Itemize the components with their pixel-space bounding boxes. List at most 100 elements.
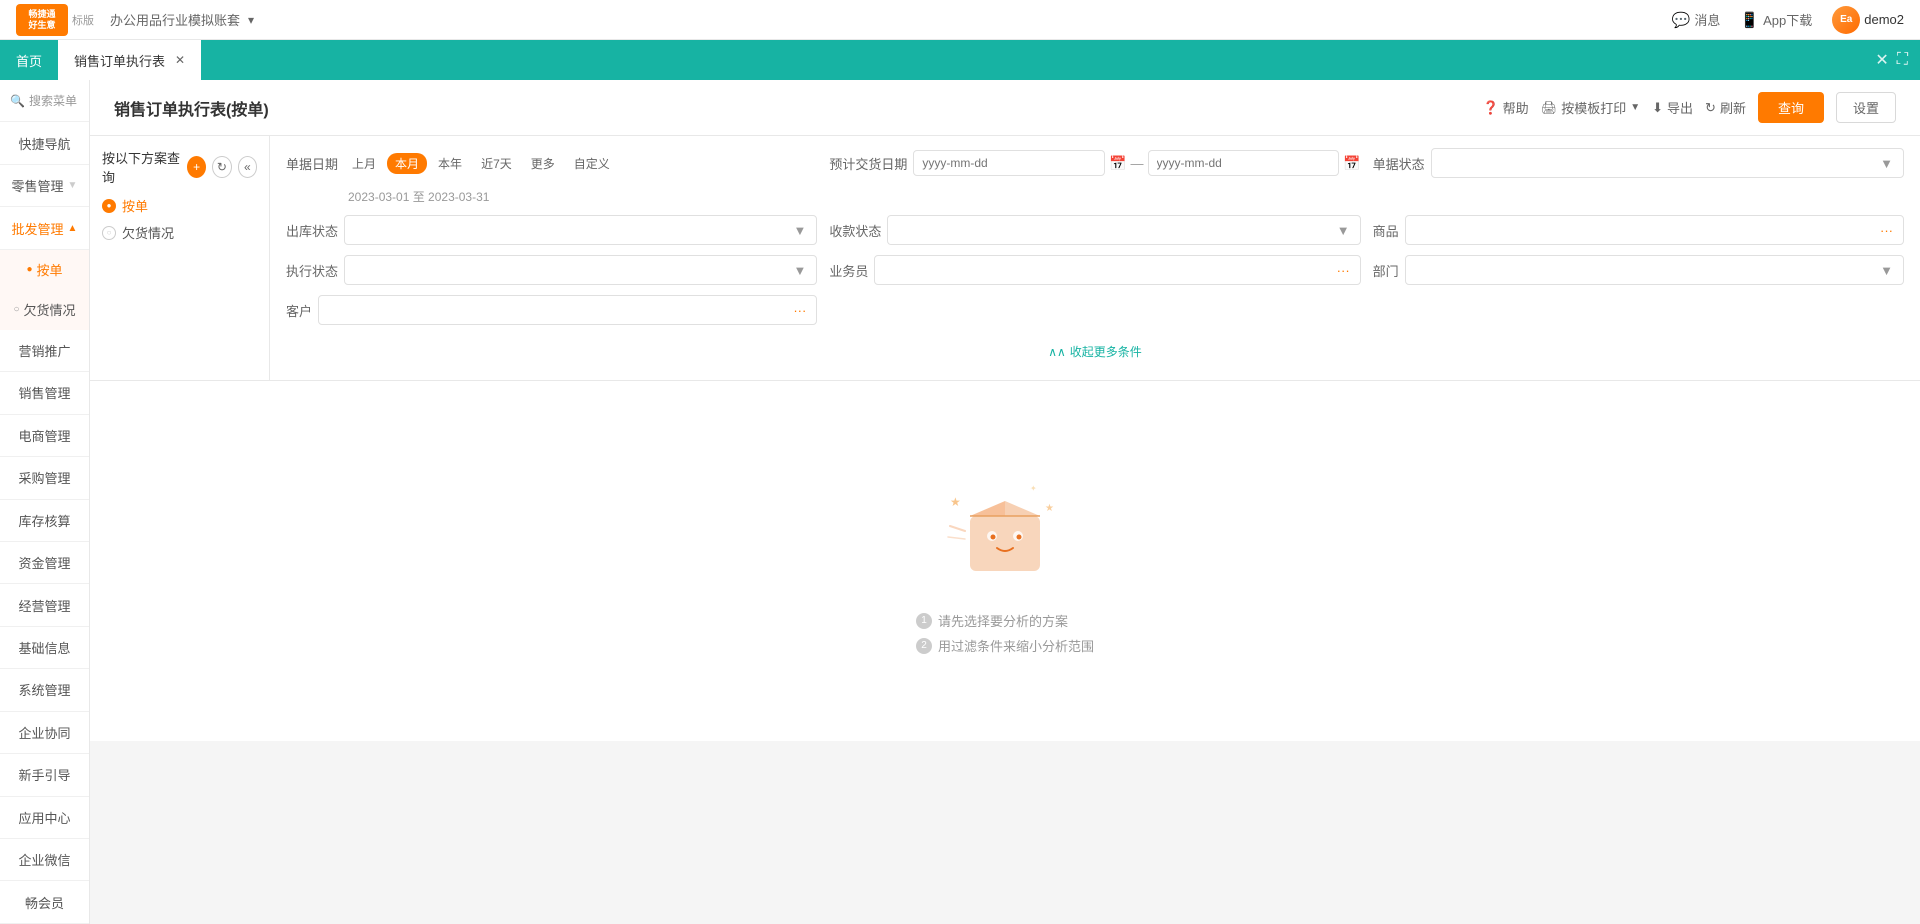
chevron-up-icon: ▲	[68, 223, 78, 234]
sidebar-item-marketing[interactable]: 营销推广	[0, 330, 89, 372]
tab-sales-order[interactable]: 销售订单执行表 ✕	[58, 40, 201, 80]
sidebar-item-retail[interactable]: 零售管理 ▼	[0, 165, 89, 207]
topbar: 畅捷通 好生意 标版 办公用品行业模拟账套 ▾ 💬 消息 📱 App下载 Ea …	[0, 0, 1920, 40]
sidebar-item-operations[interactable]: 经营管理	[0, 584, 89, 626]
salesman-select[interactable]: ···	[874, 255, 1360, 285]
avatar: Ea	[1832, 6, 1860, 34]
exec-status-select[interactable]: ▼	[344, 255, 817, 285]
add-scheme-btn[interactable]: +	[187, 156, 206, 178]
export-icon: ⬇	[1652, 100, 1663, 116]
sidebar-search[interactable]: 🔍 搜索菜单	[0, 80, 89, 122]
sidebar-item-member-label: 畅会员	[25, 893, 64, 912]
tab-sales-order-label: 销售订单执行表	[74, 51, 165, 70]
refresh-scheme-btn[interactable]: ↻	[212, 156, 231, 178]
sidebar-item-basic-label: 基础信息	[18, 638, 70, 657]
dept-label: 部门	[1373, 261, 1399, 280]
sidebar-item-enterprise[interactable]: 企业协同	[0, 712, 89, 754]
user-avatar-area[interactable]: Ea demo2	[1832, 6, 1904, 34]
sidebar-item-finance-label: 资金管理	[18, 553, 70, 572]
payment-select[interactable]: ▼	[887, 215, 1360, 245]
print-dropdown-icon: ▼	[1630, 102, 1640, 113]
arrears-scheme-item[interactable]: ○ 欠货情况	[102, 223, 257, 242]
sidebar-quick-nav[interactable]: 快捷导航	[0, 122, 89, 164]
customer-field: 客户 ···	[286, 295, 817, 325]
doc-status-select[interactable]: ▼	[1431, 148, 1904, 178]
app-download-btn[interactable]: 📱 App下载	[1740, 10, 1812, 29]
sidebar-item-inventory[interactable]: 库存核算	[0, 500, 89, 542]
sidebar-item-member[interactable]: 畅会员	[0, 881, 89, 923]
topbar-dropdown-icon[interactable]: ▾	[248, 13, 254, 27]
date-tab-this-month[interactable]: 本月	[387, 153, 427, 174]
outbound-select[interactable]: ▼	[344, 215, 817, 245]
chevron-down-icon: ▼	[68, 180, 78, 191]
sidebar-item-wechat[interactable]: 企业微信	[0, 839, 89, 881]
date-tab-this-year[interactable]: 本年	[430, 153, 470, 174]
sidebar-item-ecommerce-label: 电商管理	[18, 426, 70, 445]
date-calendar-end-icon[interactable]: 📅	[1343, 155, 1360, 172]
date-tab-last7days[interactable]: 近7天	[473, 153, 520, 174]
sidebar-item-sales[interactable]: 销售管理	[0, 372, 89, 414]
goods-select[interactable]: ···	[1405, 215, 1904, 245]
expected-date-end[interactable]	[1148, 150, 1340, 176]
refresh-icon: ↻	[1705, 100, 1716, 116]
expected-date-start[interactable]	[913, 150, 1105, 176]
doc-status-caret: ▼	[1880, 156, 1893, 171]
sidebar-item-purchase[interactable]: 采购管理	[0, 457, 89, 499]
expand-window-icon[interactable]: ⛶	[1897, 51, 1908, 69]
sidebar-item-ecommerce[interactable]: 电商管理	[0, 415, 89, 457]
message-btn[interactable]: 💬 消息	[1672, 10, 1721, 29]
sidebar-item-system[interactable]: 系统管理	[0, 669, 89, 711]
svg-text:✦: ✦	[1030, 484, 1037, 493]
order-scheme-item[interactable]: ● 按单	[102, 196, 257, 215]
empty-svg: ★ ★ ✦	[940, 461, 1070, 591]
goods-label: 商品	[1373, 221, 1399, 240]
date-label: 单据日期	[286, 154, 338, 173]
help-btn[interactable]: ❓ 帮助	[1482, 98, 1528, 117]
query-btn[interactable]: 查询	[1758, 92, 1824, 123]
date-tab-custom[interactable]: 自定义	[566, 153, 618, 174]
date-range-text: 2023-03-01 至 2023-03-31	[348, 190, 489, 204]
collapse-scheme-btn[interactable]: «	[238, 156, 257, 178]
expected-date-label: 预计交货日期	[829, 154, 907, 173]
collapse-btn[interactable]: ∧∧ 收起更多条件	[1048, 343, 1142, 360]
date-calendar-start-icon[interactable]: 📅	[1109, 155, 1126, 172]
order-scheme-label: 按单	[122, 196, 148, 215]
sidebar-item-marketing-label: 营销推广	[18, 341, 70, 360]
page-actions: ❓ 帮助 🖨 按模板打印 ▼ ⬇ 导出 ↻ 刷新 查询 设置	[1482, 92, 1896, 123]
filter-row-4: 客户 ···	[286, 295, 1904, 325]
sidebar-item-finance[interactable]: 资金管理	[0, 542, 89, 584]
tab-close-icon[interactable]: ✕	[175, 53, 185, 67]
avatar-initials: Ea	[1840, 14, 1852, 25]
close-window-icon[interactable]: ✕	[1875, 50, 1888, 70]
tab-home[interactable]: 首页	[0, 40, 58, 80]
logo-text: 畅捷通 好生意	[28, 9, 55, 31]
sidebar-item-wholesale[interactable]: 批发管理 ▲	[0, 207, 89, 249]
goods-more-icon[interactable]: ···	[1880, 223, 1893, 238]
svg-text:★: ★	[1045, 503, 1054, 514]
customer-more-icon[interactable]: ···	[793, 303, 806, 318]
sidebar-item-appstore[interactable]: 应用中心	[0, 797, 89, 839]
collapse-label: 收起更多条件	[1070, 343, 1142, 360]
sidebar-item-newbie[interactable]: 新手引导	[0, 754, 89, 796]
export-btn[interactable]: ⬇ 导出	[1652, 98, 1693, 117]
sidebar-item-purchase-label: 采购管理	[18, 468, 70, 487]
refresh-btn[interactable]: ↻ 刷新	[1705, 98, 1746, 117]
settings-btn[interactable]: 设置	[1836, 92, 1896, 123]
sidebar-sub-item-order[interactable]: ● 按单	[0, 250, 89, 290]
template-print-btn[interactable]: 🖨 按模板打印 ▼	[1541, 98, 1640, 117]
arrears-scheme-icon-inner: ○	[107, 228, 112, 237]
svg-text:★: ★	[950, 495, 961, 509]
date-range-separator: —	[1131, 156, 1144, 171]
date-tab-more[interactable]: 更多	[523, 153, 563, 174]
filter-wrapper: 按以下方案查询 + ↻ « ● 按单 ○ 欠货情况	[90, 136, 1920, 381]
salesman-more-icon[interactable]: ···	[1337, 263, 1350, 278]
salesman-label: 业务员	[829, 261, 868, 280]
sidebar-item-basic[interactable]: 基础信息	[0, 627, 89, 669]
scheme-selector: 按以下方案查询 + ↻ « ● 按单 ○ 欠货情况	[90, 136, 270, 380]
sidebar-item-system-label: 系统管理	[18, 680, 70, 699]
topbar-left: 畅捷通 好生意 标版 办公用品行业模拟账套 ▾	[16, 4, 254, 36]
dept-select[interactable]: ▼	[1405, 255, 1904, 285]
customer-select[interactable]: ···	[318, 295, 817, 325]
date-tab-prev-month[interactable]: 上月	[344, 153, 384, 174]
sidebar-sub-item-arrears[interactable]: ○ 欠货情况	[0, 290, 89, 330]
